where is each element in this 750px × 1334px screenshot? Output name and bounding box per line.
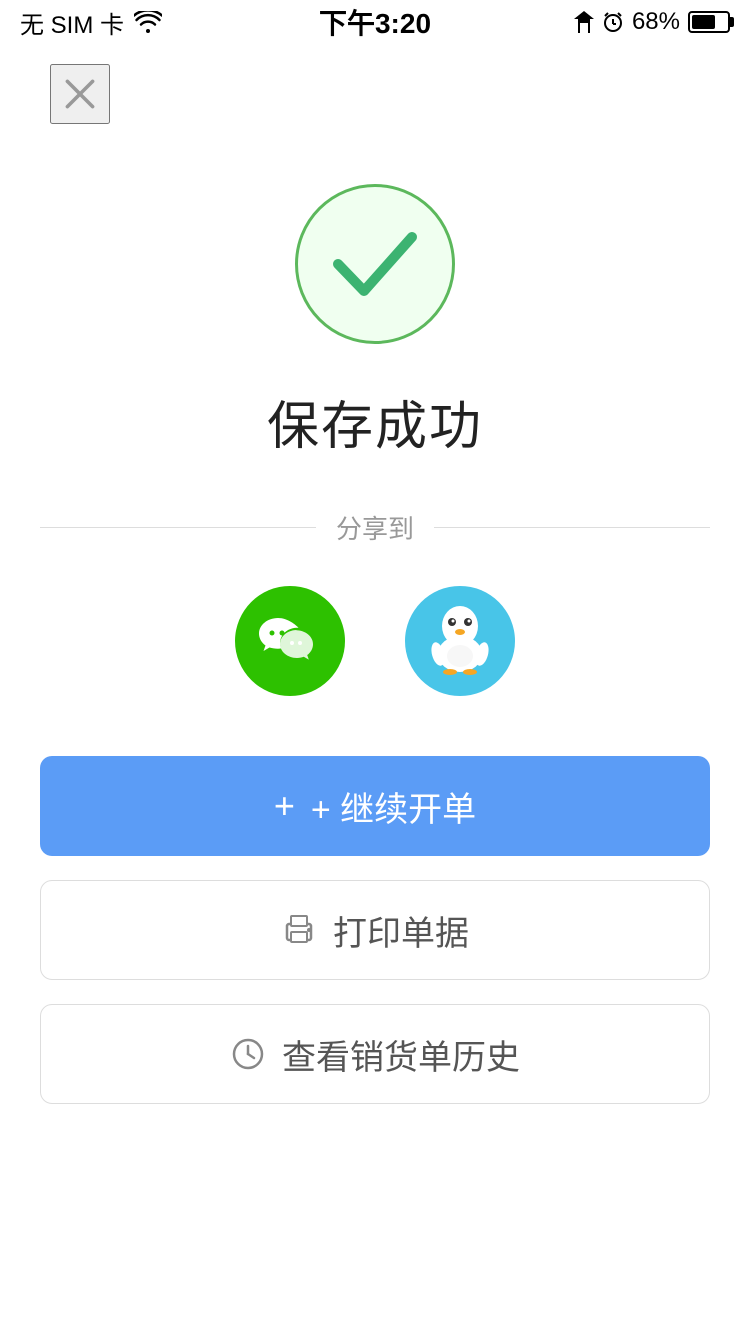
status-time: 下午3:20 <box>319 2 431 42</box>
continue-icon: + <box>274 785 295 827</box>
success-title: 保存成功 <box>267 384 483 459</box>
print-button[interactable]: 打印单据 <box>40 880 710 980</box>
share-section: 分享到 <box>40 509 710 696</box>
qq-share-button[interactable] <box>405 586 515 696</box>
printer-icon <box>281 912 317 948</box>
close-button[interactable] <box>50 64 110 124</box>
main-content: 保存成功 分享到 <box>0 44 750 1334</box>
qq-logo-icon <box>428 604 493 679</box>
share-icons <box>235 586 515 696</box>
status-bar: 无 SIM 卡 下午3:20 68% <box>0 0 750 44</box>
print-label: 打印单据 <box>333 906 469 955</box>
battery-fill <box>692 15 715 29</box>
history-icon <box>230 1036 266 1072</box>
location-icon <box>574 11 594 33</box>
success-circle <box>295 184 455 344</box>
continue-label: + 继续开单 <box>311 782 476 831</box>
status-left: 无 SIM 卡 <box>20 5 162 40</box>
actions: + + 继续开单 打印单据 查看销货单历史 <box>40 756 710 1104</box>
battery-icon <box>688 11 730 33</box>
close-icon <box>62 76 98 112</box>
divider-left <box>40 527 316 528</box>
divider-row: 分享到 <box>40 509 710 546</box>
wechat-share-button[interactable] <box>235 586 345 696</box>
checkmark-icon <box>330 229 420 299</box>
battery-percent: 68% <box>632 8 680 36</box>
history-button[interactable]: 查看销货单历史 <box>40 1004 710 1104</box>
history-label: 查看销货单历史 <box>282 1030 520 1079</box>
alarm-icon <box>602 11 624 33</box>
status-right: 68% <box>574 8 730 36</box>
continue-button[interactable]: + + 继续开单 <box>40 756 710 856</box>
wechat-logo-icon <box>256 612 324 670</box>
sim-label: 无 SIM 卡 <box>20 5 124 40</box>
divider-right <box>434 527 710 528</box>
wifi-icon <box>134 11 162 33</box>
share-label: 分享到 <box>336 509 414 546</box>
